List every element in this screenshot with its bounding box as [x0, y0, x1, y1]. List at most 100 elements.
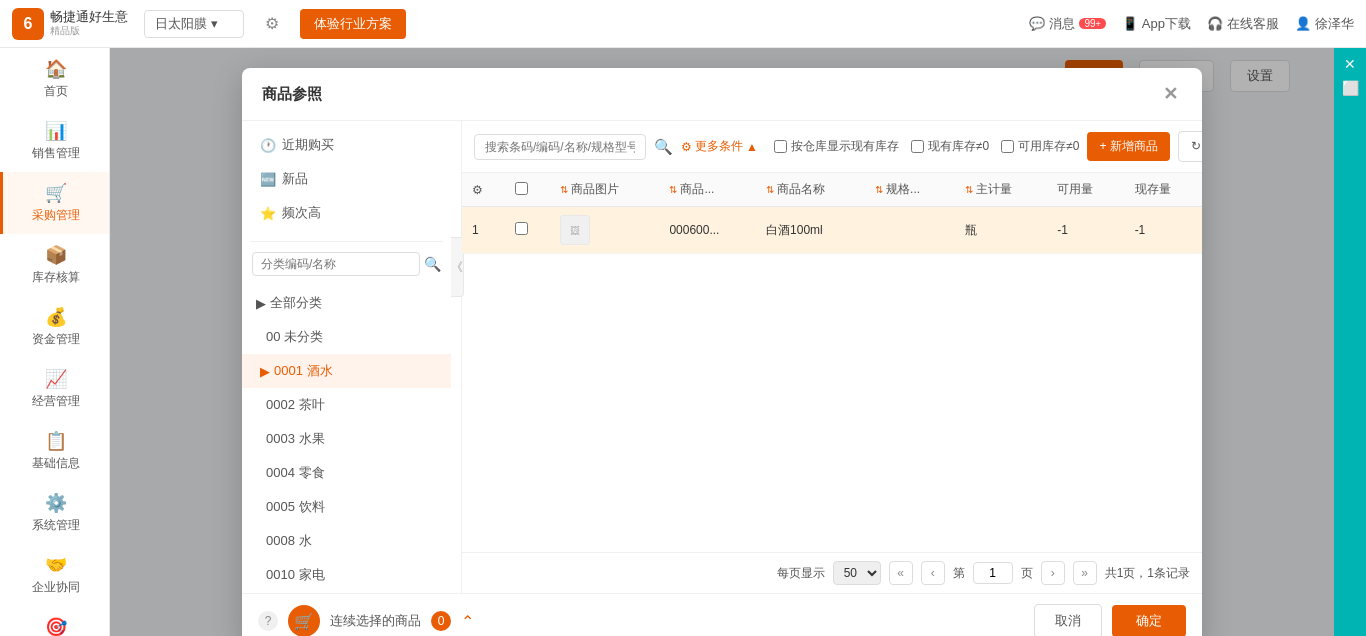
category-unclassified[interactable]: 00 未分类	[242, 320, 451, 354]
expand-button[interactable]: ⌃	[461, 612, 474, 631]
quick-tab-new[interactable]: 🆕 新品	[250, 163, 453, 195]
usable-stock-checkbox[interactable]	[1001, 140, 1014, 153]
product-search-input[interactable]	[474, 134, 646, 160]
th-settings[interactable]: ⚙	[462, 173, 505, 207]
th-spec[interactable]: ⇅ 规格...	[865, 173, 955, 207]
help-icon[interactable]: ?	[258, 611, 278, 631]
try-button[interactable]: 体验行业方案	[300, 9, 406, 39]
nav-right: 💬 消息 99+ 📱 App下载 🎧 在线客服 👤 徐泽华	[1029, 15, 1354, 33]
per-page-select[interactable]: 50	[833, 561, 881, 585]
sidebar-item-basic-info[interactable]: 📋 基础信息	[0, 420, 109, 482]
category-tea[interactable]: 0002 茶叶	[242, 388, 451, 422]
cell-seq: 1	[462, 207, 505, 254]
right-panel-expand[interactable]: ⬜	[1342, 80, 1359, 96]
product-table-container: ⚙ ⇅ 商品图片	[462, 173, 1202, 552]
refresh-product-button[interactable]: ↻ 刷新	[1178, 131, 1202, 162]
system-icon: ⚙️	[45, 492, 67, 514]
page-last-button[interactable]: »	[1073, 561, 1097, 585]
settings-icon[interactable]: ⚙	[256, 8, 288, 40]
content-area: 查询 ↻ 刷新 设置 商品参照 ✕ 🕐	[110, 48, 1334, 636]
category-search-input[interactable]	[252, 252, 420, 276]
add-product-button[interactable]: + 新增商品	[1087, 132, 1169, 161]
page-number-input[interactable]	[973, 562, 1013, 584]
sidebar-item-label: 采购管理	[32, 207, 80, 224]
cell-name: 白酒100ml	[756, 207, 865, 254]
sidebar-item-operations[interactable]: 📈 经营管理	[0, 358, 109, 420]
new-icon: 🆕	[260, 172, 276, 187]
message-icon: 💬	[1029, 16, 1045, 31]
row-checkbox[interactable]	[515, 222, 528, 235]
app-download-button[interactable]: 📱 App下载	[1122, 15, 1191, 33]
category-appliance[interactable]: 0010 家电	[242, 558, 451, 592]
sidebar-item-label: 首页	[44, 83, 68, 100]
sidebar-item-enterprise[interactable]: 🤝 企业协同	[0, 544, 109, 606]
headset-icon: 🎧	[1207, 16, 1223, 31]
select-all-checkbox[interactable]	[515, 182, 528, 195]
warehouse-stock-checkbox[interactable]	[774, 140, 787, 153]
th-name[interactable]: ⇅ 商品名称	[756, 173, 865, 207]
filter-button[interactable]: ⚙ 更多条件 ▲	[681, 138, 758, 155]
category-beverage[interactable]: 0005 饮料	[242, 490, 451, 524]
confirm-button[interactable]: 确定	[1112, 605, 1186, 636]
arrow-icon: ▶	[256, 296, 266, 311]
sidebar-item-label: 库存核算	[32, 269, 80, 286]
filter-icon: ⚙	[681, 140, 692, 154]
messages-button[interactable]: 💬 消息 99+	[1029, 15, 1105, 33]
logo-sub: 精品版	[50, 24, 128, 38]
sidebar-item-guide[interactable]: 🎯 新手引导	[0, 606, 109, 636]
category-search-row: 🔍	[242, 246, 451, 282]
sidebar-item-purchase[interactable]: 🛒 采购管理	[0, 172, 109, 234]
category-water[interactable]: 0008 水	[242, 524, 451, 558]
category-liquor[interactable]: ▶ 0001 酒水	[242, 354, 451, 388]
category-fruit[interactable]: 0003 水果	[242, 422, 451, 456]
sidebar-item-stock[interactable]: 📦 库存核算	[0, 234, 109, 296]
quick-tab-frequent[interactable]: ⭐ 频次高	[250, 197, 453, 229]
category-search-icon[interactable]: 🔍	[424, 256, 441, 272]
sidebar-item-label: 系统管理	[32, 517, 80, 534]
toolbar: 🔍 ⚙ 更多条件 ▲ 按仓库显示现有库存	[462, 121, 1202, 173]
product-table: ⚙ ⇅ 商品图片	[462, 173, 1202, 254]
product-search-icon[interactable]: 🔍	[654, 138, 673, 156]
th-unit[interactable]: ⇅ 主计量	[955, 173, 1047, 207]
stock-icon: 📦	[45, 244, 67, 266]
service-button[interactable]: 🎧 在线客服	[1207, 15, 1279, 33]
page-first-button[interactable]: «	[889, 561, 913, 585]
th-code[interactable]: ⇅ 商品...	[659, 173, 756, 207]
category-all[interactable]: ▶ 全部分类	[242, 286, 451, 320]
quick-tab-recent[interactable]: 🕐 近期购买	[250, 129, 453, 161]
sidebar-item-home[interactable]: 🏠 首页	[0, 48, 109, 110]
table-row[interactable]: 1 🖼	[462, 207, 1202, 254]
app-icon: 📱	[1122, 16, 1138, 31]
sidebar-item-sales[interactable]: 📊 销售管理	[0, 110, 109, 172]
info-icon: 📋	[45, 430, 67, 452]
warehouse-stock-checkbox-label[interactable]: 按仓库显示现有库存	[774, 138, 899, 155]
sort-icon: ⇅	[669, 184, 677, 195]
page-next-button[interactable]: ›	[1041, 561, 1065, 585]
page-prev-button[interactable]: ‹	[921, 561, 945, 585]
cancel-button[interactable]: 取消	[1034, 604, 1102, 636]
sidebar-item-finance[interactable]: 💰 资金管理	[0, 296, 109, 358]
category-snack[interactable]: 0004 零食	[242, 456, 451, 490]
avatar: 👤	[1295, 16, 1311, 31]
modal-close-button[interactable]: ✕	[1158, 82, 1182, 106]
available-stock-checkbox-label[interactable]: 现有库存≠0	[911, 138, 989, 155]
purchase-icon: 🛒	[45, 182, 67, 204]
cart-button[interactable]: 🛒	[288, 605, 320, 636]
right-panel-close[interactable]: ✕	[1344, 56, 1356, 72]
user-button[interactable]: 👤 徐泽华	[1295, 15, 1354, 33]
available-stock-checkbox[interactable]	[911, 140, 924, 153]
cell-stock: -1	[1125, 207, 1202, 254]
cell-spec	[865, 207, 955, 254]
product-image: 🖼	[560, 215, 590, 245]
cell-checkbox[interactable]	[505, 207, 551, 254]
sort-icon: ⇅	[875, 184, 883, 195]
modal-body: 🕐 近期购买 🆕 新品 ⭐ 频次高	[242, 121, 1202, 593]
nav-dropdown[interactable]: 日太阳膜 ▾	[144, 10, 244, 38]
nav-dropdown-label: 日太阳膜	[155, 15, 207, 33]
sales-icon: 📊	[45, 120, 67, 142]
th-image[interactable]: ⇅ 商品图片	[550, 173, 659, 207]
sidebar-item-system[interactable]: ⚙️ 系统管理	[0, 482, 109, 544]
sidebar-item-label: 企业协同	[32, 579, 80, 596]
cart-icon: 🛒	[294, 612, 314, 631]
usable-stock-checkbox-label[interactable]: 可用库存≠0	[1001, 138, 1079, 155]
